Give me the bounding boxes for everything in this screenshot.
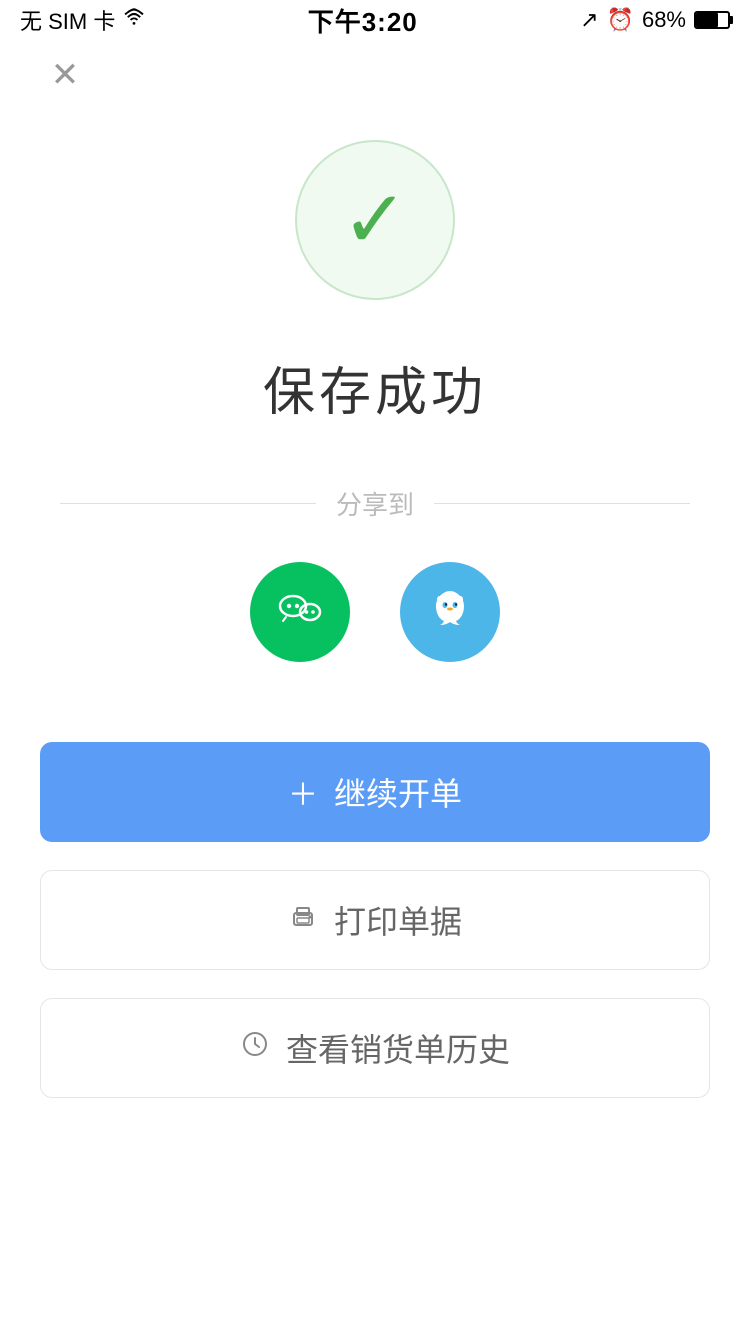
history-button[interactable]: 查看销货单历史 <box>40 998 710 1098</box>
status-bar: 无 SIM 卡 下午3:20 ↗ ⏰ 68% <box>0 0 750 40</box>
sim-status: 无 SIM 卡 <box>20 4 115 36</box>
printer-icon <box>288 901 318 939</box>
action-buttons: ＋ 继续开单 打印单据 查看销货单历史 <box>0 742 750 1098</box>
main-content: ✓ 保存成功 分享到 <box>0 40 750 1098</box>
close-icon: ✕ <box>51 55 80 95</box>
alarm-icon: ⏰ <box>607 7 634 33</box>
history-label: 查看销货单历史 <box>286 1025 510 1071</box>
continue-label: 继续开单 <box>334 769 462 815</box>
checkmark-icon: ✓ <box>341 180 408 260</box>
status-left: 无 SIM 卡 <box>20 4 145 36</box>
wechat-icon <box>272 584 328 640</box>
divider-line-left <box>60 503 316 504</box>
wechat-share-button[interactable] <box>250 562 350 662</box>
location-icon: ↗ <box>580 7 598 33</box>
qq-share-button[interactable] <box>400 562 500 662</box>
divider-line-right <box>434 503 690 504</box>
qq-icon <box>422 584 478 640</box>
share-label: 分享到 <box>316 485 434 522</box>
success-title: 保存成功 <box>263 350 487 425</box>
battery-percent: 68% <box>642 7 686 33</box>
battery-icon <box>694 11 730 29</box>
print-label: 打印单据 <box>334 897 462 943</box>
wifi-icon <box>123 6 145 34</box>
share-divider: 分享到 <box>0 485 750 522</box>
status-right: ↗ ⏰ 68% <box>580 7 730 33</box>
plus-icon: ＋ <box>288 770 318 814</box>
clock-icon <box>240 1029 270 1067</box>
share-icons-row <box>250 562 500 662</box>
continue-button[interactable]: ＋ 继续开单 <box>40 742 710 842</box>
status-time: 下午3:20 <box>308 2 418 39</box>
close-button[interactable]: ✕ <box>40 50 90 100</box>
print-button[interactable]: 打印单据 <box>40 870 710 970</box>
success-circle: ✓ <box>295 140 455 300</box>
